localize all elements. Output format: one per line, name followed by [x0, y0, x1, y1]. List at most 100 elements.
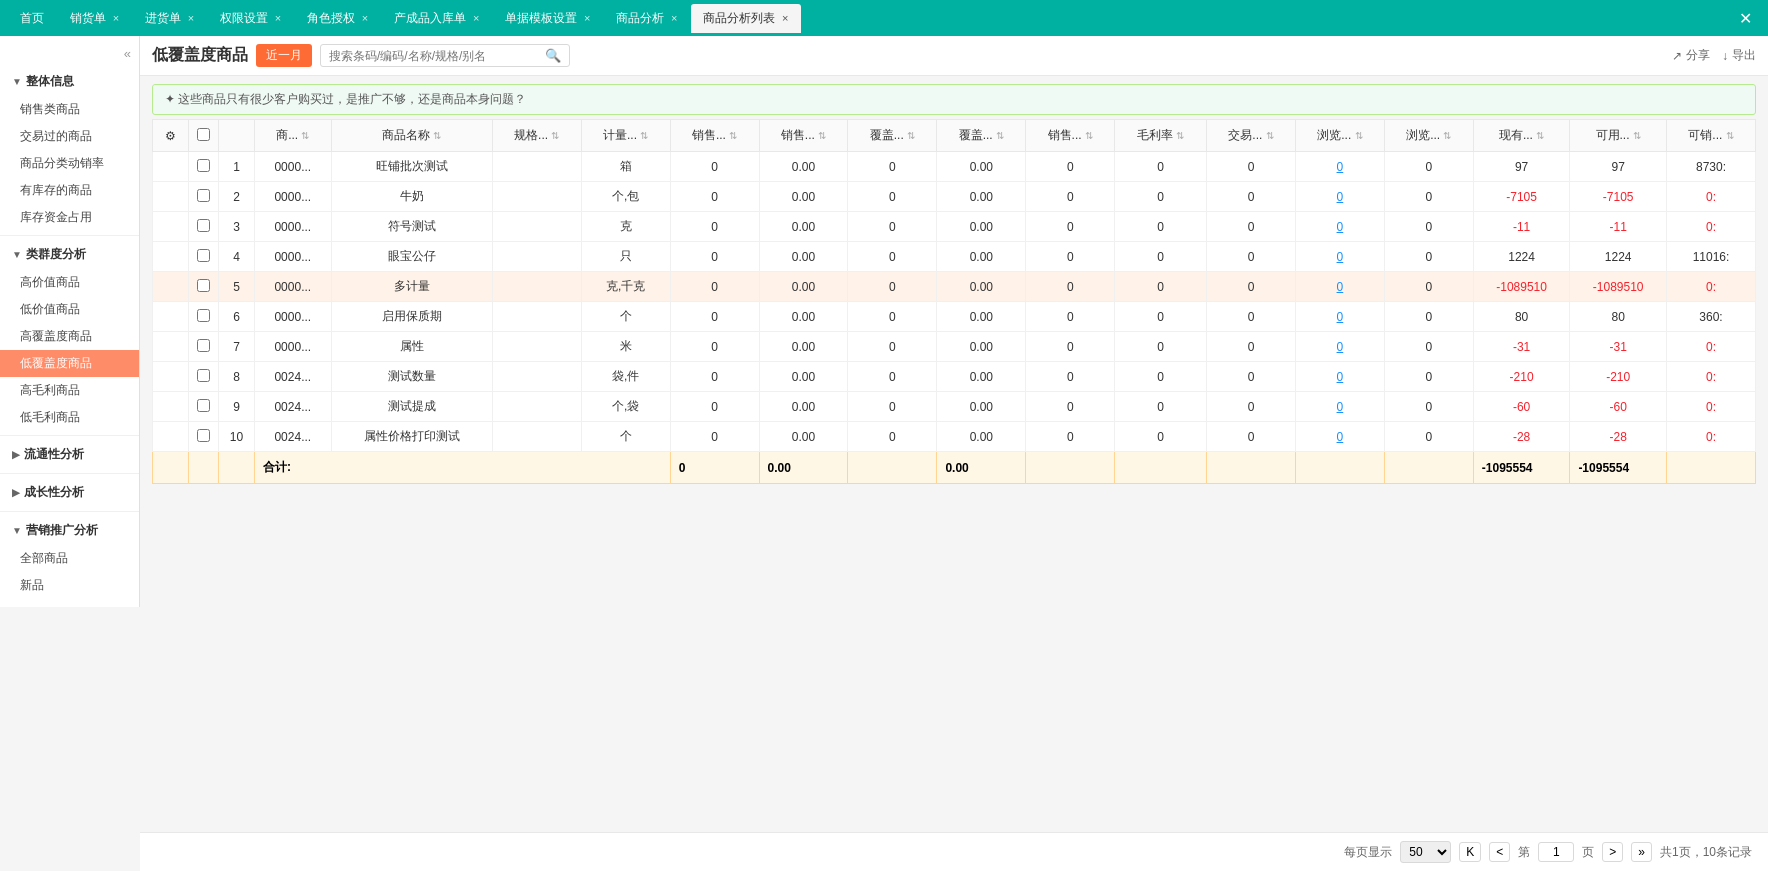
- col-header-cover2[interactable]: 覆盖... ⇅: [937, 120, 1026, 152]
- row-checkbox[interactable]: [197, 219, 210, 232]
- browse1-link[interactable]: 0: [1337, 220, 1344, 234]
- sidebar-item-stocked-goods[interactable]: 有库存的商品: [0, 177, 139, 204]
- row-checkbox[interactable]: [197, 279, 210, 292]
- row-checkbox[interactable]: [197, 339, 210, 352]
- sidebar-item-high-margin[interactable]: 高毛利商品: [0, 377, 139, 404]
- col-header-sales2[interactable]: 销售... ⇅: [1026, 120, 1115, 152]
- col-header-sales-amt[interactable]: 销售... ⇅: [759, 120, 848, 152]
- cell-available: -1089510: [1570, 272, 1667, 302]
- sidebar-item-low-coverage[interactable]: 低覆盖度商品: [0, 350, 139, 377]
- select-all-checkbox[interactable]: [197, 128, 210, 141]
- sidebar-section-cluster[interactable]: ▼ 类群度分析: [0, 240, 139, 269]
- browse1-link[interactable]: 0: [1337, 370, 1344, 384]
- sidebar-item-low-value[interactable]: 低价值商品: [0, 296, 139, 323]
- next-page-button[interactable]: >: [1602, 842, 1623, 862]
- nav-close-sales[interactable]: ×: [113, 12, 119, 24]
- col-header-code[interactable]: 商... ⇅: [255, 120, 332, 152]
- row-checkbox[interactable]: [197, 189, 210, 202]
- sidebar-section-marketing[interactable]: ▼ 营销推广分析: [0, 516, 139, 545]
- total-label: 合计:: [255, 452, 671, 484]
- browse1-link[interactable]: 0: [1337, 340, 1344, 354]
- sidebar-item-stock-capital[interactable]: 库存资金占用: [0, 204, 139, 231]
- sidebar-section-liquidity[interactable]: ▶ 流通性分析: [0, 440, 139, 469]
- page-number-input[interactable]: [1538, 842, 1574, 862]
- nav-item-production[interactable]: 产成品入库单 ×: [382, 4, 491, 33]
- row-checkbox[interactable]: [197, 309, 210, 322]
- cell-browse2: 0: [1384, 272, 1473, 302]
- nav-close-template[interactable]: ×: [584, 12, 590, 24]
- col-header-browse2[interactable]: 浏览... ⇅: [1384, 120, 1473, 152]
- browse1-link[interactable]: 0: [1337, 280, 1344, 294]
- col-header-cover1[interactable]: 覆盖... ⇅: [848, 120, 937, 152]
- nav-close-product-analysis[interactable]: ×: [671, 12, 677, 24]
- sidebar-item-high-coverage[interactable]: 高覆盖度商品: [0, 323, 139, 350]
- sidebar-item-all-goods[interactable]: 全部商品: [0, 545, 139, 572]
- sidebar-item-new-goods[interactable]: 新品: [0, 572, 139, 599]
- time-filter-button[interactable]: 近一月: [256, 44, 312, 67]
- nav-item-product-analysis[interactable]: 商品分析 ×: [604, 4, 689, 33]
- browse1-link[interactable]: 0: [1337, 190, 1344, 204]
- nav-item-roles[interactable]: 角色授权 ×: [295, 4, 380, 33]
- col-header-spec[interactable]: 规格... ⇅: [492, 120, 581, 152]
- nav-item-home[interactable]: 首页: [8, 4, 56, 33]
- total-empty-2: [189, 452, 219, 484]
- sidebar-section-overall[interactable]: ▼ 整体信息: [0, 67, 139, 96]
- sidebar-collapse-btn[interactable]: «: [124, 46, 131, 61]
- browse1-link[interactable]: 0: [1337, 430, 1344, 444]
- browse1-link[interactable]: 0: [1337, 310, 1344, 324]
- page-size-select[interactable]: 10 20 50 100: [1400, 841, 1451, 863]
- cell-sales2: 0: [1026, 422, 1115, 452]
- nav-close-product-analysis-list[interactable]: ×: [782, 12, 788, 24]
- row-checkbox[interactable]: [197, 369, 210, 382]
- row-checkbox[interactable]: [197, 159, 210, 172]
- section-cluster-arrow: ▼: [12, 249, 22, 260]
- cell-browse1: 0: [1295, 212, 1384, 242]
- nav-close-production[interactable]: ×: [473, 12, 479, 24]
- nav-item-sales[interactable]: 销货单 ×: [58, 4, 131, 33]
- sidebar-item-low-margin[interactable]: 低毛利商品: [0, 404, 139, 431]
- col-header-unit[interactable]: 计量... ⇅: [581, 120, 670, 152]
- col-header-gross-rate[interactable]: 毛利率 ⇅: [1115, 120, 1207, 152]
- col-header-settings[interactable]: ⚙: [153, 120, 189, 152]
- row-checkbox[interactable]: [197, 249, 210, 262]
- nav-close-permissions[interactable]: ×: [275, 12, 281, 24]
- last-page-button[interactable]: »: [1631, 842, 1652, 862]
- cell-gross-rate: 0: [1115, 182, 1207, 212]
- cell-name: 测试数量: [331, 362, 492, 392]
- nav-item-product-analysis-list[interactable]: 商品分析列表 ×: [691, 4, 800, 33]
- nav-close-roles[interactable]: ×: [362, 12, 368, 24]
- cell-cover2: 0.00: [937, 152, 1026, 182]
- col-header-browse1[interactable]: 浏览... ⇅: [1295, 120, 1384, 152]
- col-header-sales-qty[interactable]: 销售... ⇅: [670, 120, 759, 152]
- total-current: -1095554: [1473, 452, 1570, 484]
- col-header-trade[interactable]: 交易... ⇅: [1207, 120, 1296, 152]
- col-header-current[interactable]: 现有... ⇅: [1473, 120, 1570, 152]
- row-checkbox[interactable]: [197, 399, 210, 412]
- page-label: 第: [1518, 844, 1530, 861]
- col-header-name[interactable]: 商品名称 ⇅: [331, 120, 492, 152]
- sidebar-item-sales-goods[interactable]: 销售类商品: [0, 96, 139, 123]
- nav-item-permissions[interactable]: 权限设置 ×: [208, 4, 293, 33]
- nav-item-template[interactable]: 单据模板设置 ×: [493, 4, 602, 33]
- system-close-button[interactable]: ✕: [1731, 5, 1760, 32]
- browse1-link[interactable]: 0: [1337, 400, 1344, 414]
- sidebar-item-traded-goods[interactable]: 交易过的商品: [0, 123, 139, 150]
- col-header-sellable[interactable]: 可销... ⇅: [1666, 120, 1755, 152]
- table-container[interactable]: ⚙ 商... ⇅ 商品名称 ⇅ 规格... ⇅ 计量... ⇅ 销售... ⇅ …: [152, 119, 1756, 832]
- col-header-checkbox[interactable]: [189, 120, 219, 152]
- sidebar-item-category-sales-rate[interactable]: 商品分类动销率: [0, 150, 139, 177]
- nav-item-purchase[interactable]: 进货单 ×: [133, 4, 206, 33]
- first-page-button[interactable]: K: [1459, 842, 1481, 862]
- col-header-available[interactable]: 可用... ⇅: [1570, 120, 1667, 152]
- sidebar-item-high-value[interactable]: 高价值商品: [0, 269, 139, 296]
- cell-code: 0024...: [255, 422, 332, 452]
- browse1-link[interactable]: 0: [1337, 160, 1344, 174]
- share-button[interactable]: ↗ 分享: [1672, 47, 1710, 64]
- export-button[interactable]: ↓ 导出: [1722, 47, 1756, 64]
- row-checkbox[interactable]: [197, 429, 210, 442]
- prev-page-button[interactable]: <: [1489, 842, 1510, 862]
- sidebar-section-growth[interactable]: ▶ 成长性分析: [0, 478, 139, 507]
- search-input[interactable]: [329, 49, 545, 63]
- browse1-link[interactable]: 0: [1337, 250, 1344, 264]
- nav-close-purchase[interactable]: ×: [188, 12, 194, 24]
